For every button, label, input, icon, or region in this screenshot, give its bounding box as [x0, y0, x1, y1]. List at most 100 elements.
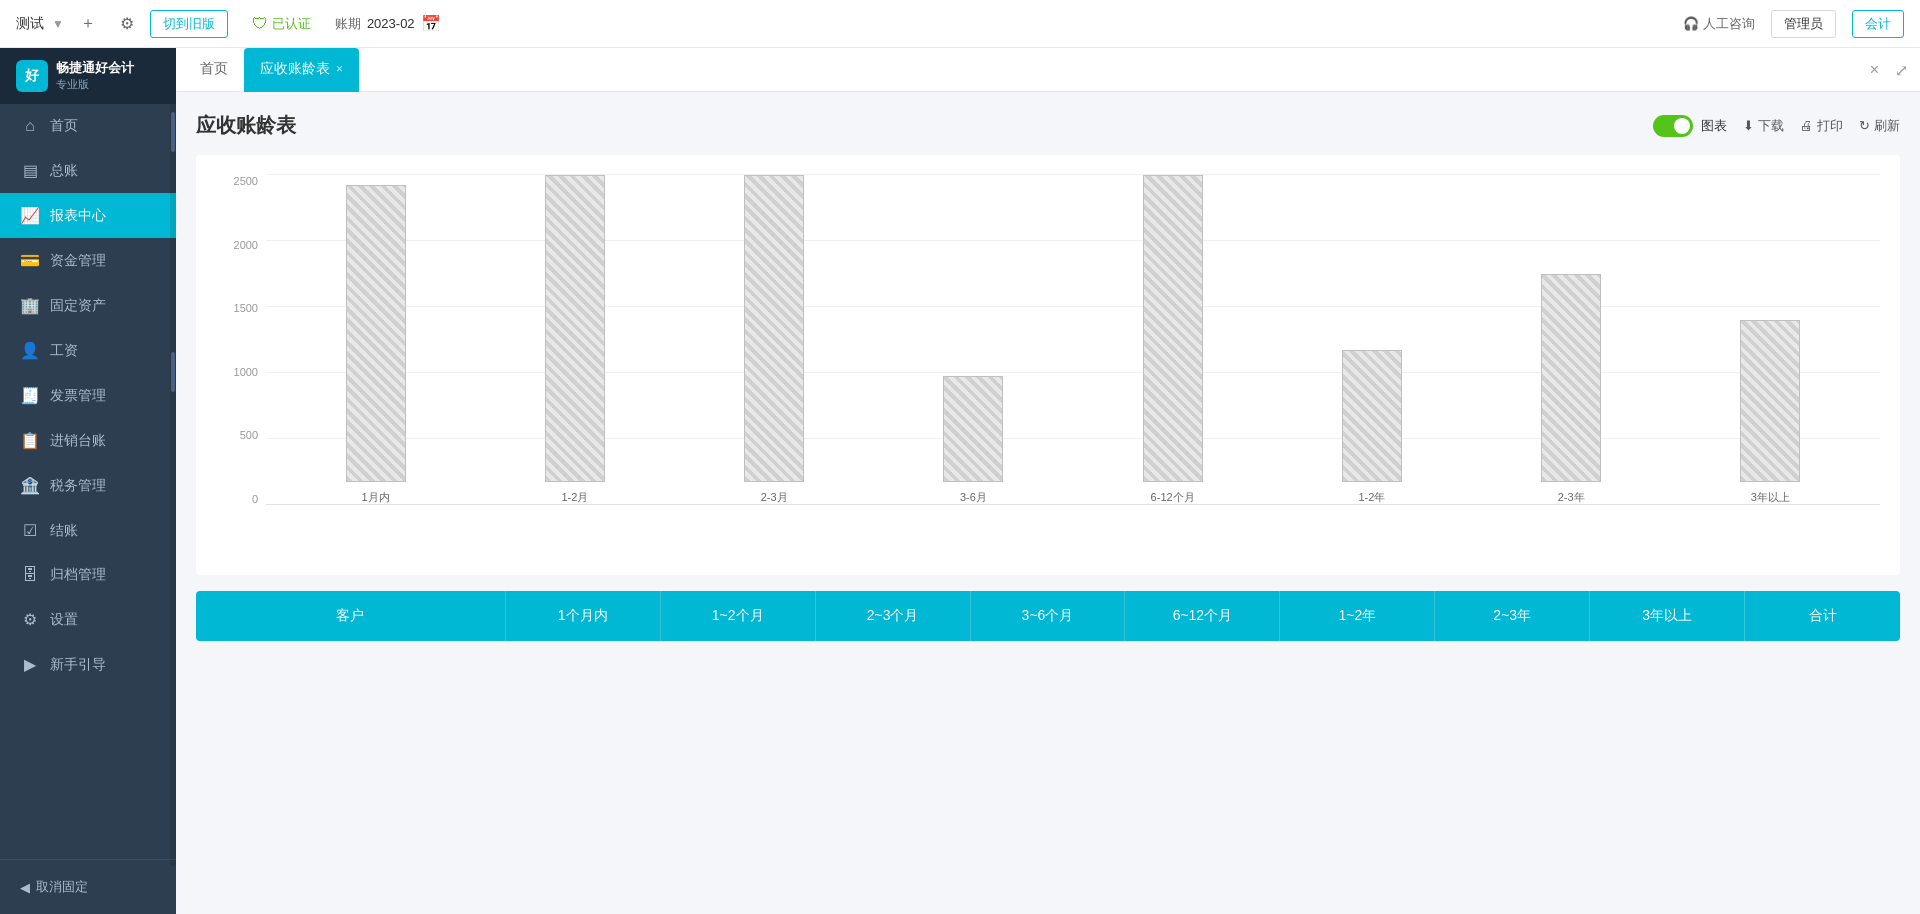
content-area: 首页 应收账龄表 × × ⤢ 应收账龄表 图表	[176, 48, 1920, 914]
sidebar-item-guide[interactable]: ▶ 新手引导	[0, 642, 176, 687]
add-project-button[interactable]: ＋	[72, 9, 104, 38]
bar-3plus-year	[1740, 320, 1800, 482]
sidebar-item-home[interactable]: ⌂ 首页	[0, 104, 176, 148]
th-2-3year: 2~3年	[1435, 591, 1590, 641]
pin-icon: ◀	[20, 880, 30, 895]
sidebar-item-label: 资金管理	[50, 252, 106, 270]
tax-icon: 🏦	[20, 476, 40, 495]
th-total: 合计	[1745, 591, 1900, 641]
sidebar-item-label: 新手引导	[50, 656, 106, 674]
bar-label-3-6month: 3-6月	[960, 490, 987, 505]
y-label-1000: 1000	[216, 366, 266, 378]
y-label-1500: 1500	[216, 302, 266, 314]
page-content: 应收账龄表 图表 ⬇ 下载 🖨 打印 ↻	[176, 92, 1920, 914]
guide-icon: ▶	[20, 655, 40, 674]
bar-1month	[346, 185, 406, 482]
sidebar-logo: 好 畅捷通好会计 专业版	[0, 48, 176, 104]
cancel-fixed-button[interactable]: ◀ 取消固定	[12, 872, 164, 902]
certified-badge: 已认证	[272, 15, 311, 33]
calendar-icon[interactable]: 📅	[421, 14, 441, 33]
tab-ar-aging[interactable]: 应收账龄表 ×	[244, 48, 359, 92]
sales-icon: 📋	[20, 431, 40, 450]
bar-group-1month: 1月内	[276, 175, 475, 505]
report-icon: 📈	[20, 206, 40, 225]
bar-label-6-12month: 6-12个月	[1151, 490, 1195, 505]
invoice-icon: 🧾	[20, 386, 40, 405]
project-dropdown-icon[interactable]: ▼	[52, 17, 64, 31]
chart-toggle[interactable]	[1653, 115, 1693, 137]
th-1-2year: 1~2年	[1280, 591, 1435, 641]
sidebar-item-label: 结账	[50, 522, 78, 540]
sidebar-item-payroll[interactable]: 👤 工资	[0, 328, 176, 373]
sidebar-item-label: 首页	[50, 117, 78, 135]
sidebar-item-tax[interactable]: 🏦 税务管理	[0, 463, 176, 508]
sidebar-item-fixed-assets[interactable]: 🏢 固定资产	[0, 283, 176, 328]
th-2-3month: 2~3个月	[816, 591, 971, 641]
sidebar-item-fund-mgmt[interactable]: 💳 资金管理	[0, 238, 176, 283]
sidebar-item-label: 设置	[50, 611, 78, 629]
role-button[interactable]: 会计	[1852, 10, 1904, 38]
th-3plus-year: 3年以上	[1590, 591, 1745, 641]
sidebar-item-settings[interactable]: ⚙ 设置	[0, 597, 176, 642]
top-bar-right: 🎧 人工咨询 管理员 会计	[1683, 10, 1904, 38]
bar-group-3-6month: 3-6月	[874, 175, 1073, 505]
chart-toggle-wrap: 图表	[1653, 115, 1727, 137]
bar-1-2month	[545, 175, 605, 482]
y-label-500: 500	[216, 429, 266, 441]
download-label: 下载	[1758, 117, 1784, 135]
report-header: 应收账龄表 图表 ⬇ 下载 🖨 打印 ↻	[196, 112, 1900, 139]
sidebar-item-archive[interactable]: 🗄 归档管理	[0, 553, 176, 597]
top-bar: 测试 ▼ ＋ ⚙ 切到旧版 🛡 已认证 账期 2023-02 📅 🎧 人工咨询 …	[0, 0, 1920, 48]
settings-icon: ⚙	[20, 610, 40, 629]
print-label: 打印	[1817, 117, 1843, 135]
bar-6-12month	[1143, 175, 1203, 482]
help-button[interactable]: 🎧 人工咨询	[1683, 15, 1755, 33]
sidebar-item-closing[interactable]: ☑ 结账	[0, 508, 176, 553]
sidebar-scroll: ⌂ 首页 ▤ 总账 📈 报表中心 💳 资金管理 🏢 固定资产 👤 工资	[0, 104, 176, 859]
sidebar-item-general-ledger[interactable]: ▤ 总账	[0, 148, 176, 193]
bar-1-2year	[1342, 350, 1402, 482]
sidebar-item-label: 报表中心	[50, 207, 106, 225]
close-window-button[interactable]: ×	[1866, 56, 1883, 83]
sidebar-item-label: 固定资产	[50, 297, 106, 315]
sidebar: 好 畅捷通好会计 专业版 ⌂ 首页 ▤ 总账 📈 报表中心	[0, 48, 176, 914]
settings-button[interactable]: ⚙	[112, 10, 142, 37]
certified-icon: 🛡	[252, 15, 268, 33]
bar-group-2-3month: 2-3月	[675, 175, 874, 505]
sidebar-item-label: 发票管理	[50, 387, 106, 405]
user-button[interactable]: 管理员	[1771, 10, 1836, 38]
bar-2-3year	[1541, 274, 1601, 482]
sidebar-item-label: 税务管理	[50, 477, 106, 495]
tab-home[interactable]: 首页	[184, 48, 244, 92]
y-label-2500: 2500	[216, 175, 266, 187]
sidebar-item-label: 归档管理	[50, 566, 106, 584]
assets-icon: 🏢	[20, 296, 40, 315]
fund-icon: 💳	[20, 251, 40, 270]
report-title: 应收账龄表	[196, 112, 296, 139]
archive-icon: 🗄	[20, 566, 40, 584]
refresh-button[interactable]: ↻ 刷新	[1859, 117, 1900, 135]
sidebar-item-sales-ledger[interactable]: 📋 进销台账	[0, 418, 176, 463]
switch-old-version-button[interactable]: 切到旧版	[150, 10, 228, 38]
y-label-2000: 2000	[216, 239, 266, 251]
tab-close-icon[interactable]: ×	[336, 62, 343, 76]
period-label: 账期	[335, 15, 361, 33]
report-actions: 图表 ⬇ 下载 🖨 打印 ↻ 刷新	[1653, 115, 1900, 137]
refresh-icon: ↻	[1859, 118, 1870, 133]
th-6-12month: 6~12个月	[1125, 591, 1280, 641]
report-table: 客户 1个月内 1~2个月 2~3个月 3~6个月 6~12个月 1~2年 2~…	[196, 591, 1900, 641]
closing-icon: ☑	[20, 521, 40, 540]
expand-window-button[interactable]: ⤢	[1891, 56, 1912, 83]
print-button[interactable]: 🖨 打印	[1800, 117, 1843, 135]
bar-label-2-3year: 2-3年	[1558, 490, 1585, 505]
sidebar-item-report-center[interactable]: 📈 报表中心	[0, 193, 176, 238]
tab-home-label: 首页	[200, 60, 228, 78]
bar-group-1-2year: 1-2年	[1272, 175, 1471, 505]
sidebar-item-label: 总账	[50, 162, 78, 180]
sidebar-item-label: 工资	[50, 342, 78, 360]
download-button[interactable]: ⬇ 下载	[1743, 117, 1784, 135]
bar-chart: 0 500 1000 1500 2000 2500	[216, 175, 1880, 535]
sidebar-item-invoice[interactable]: 🧾 发票管理	[0, 373, 176, 418]
bar-group-3plus-year: 3年以上	[1671, 175, 1870, 505]
bars-area: 1月内 1-2月 2-3月	[266, 175, 1880, 505]
